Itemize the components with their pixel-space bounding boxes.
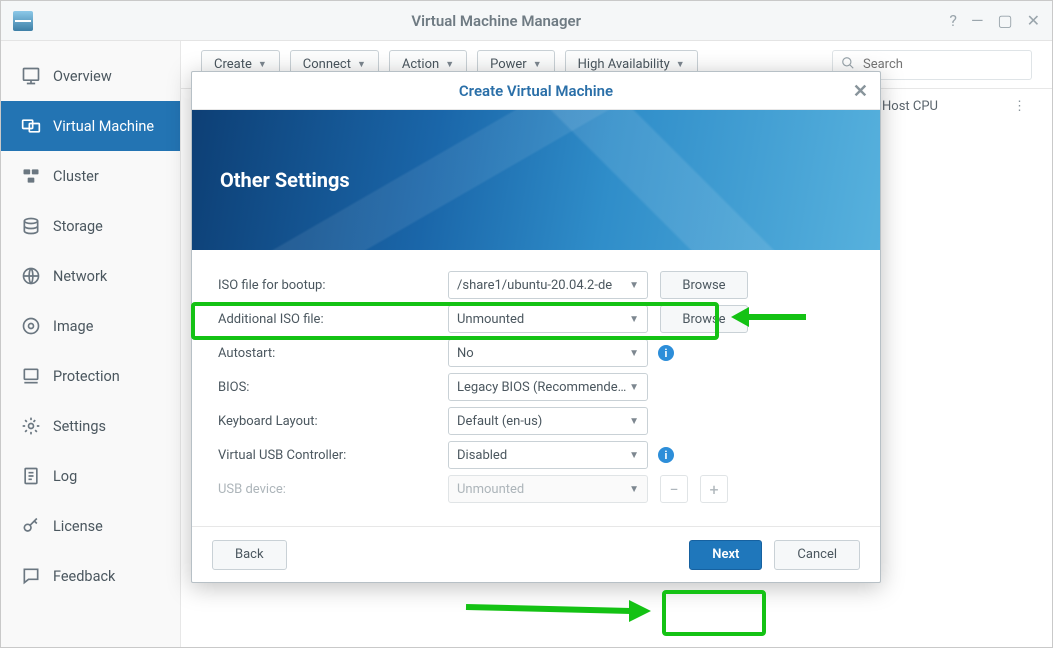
log-icon [21, 466, 41, 486]
search-input[interactable] [861, 56, 1031, 73]
sidebar-item-label: Image [53, 318, 93, 335]
chevron-down-icon: ▼ [258, 59, 267, 70]
field-usb-controller: Virtual USB Controller: Disabled▼ i [218, 438, 854, 472]
field-bios: BIOS: Legacy BIOS (Recommended)▼ [218, 370, 854, 404]
field-label: Additional ISO file: [218, 312, 448, 327]
sidebar-item-label: Feedback [53, 568, 115, 585]
modal-body: ISO file for bootup: /share1/ubuntu-20.0… [192, 250, 880, 526]
chevron-down-icon: ▼ [629, 382, 639, 393]
help-icon[interactable]: ? [949, 11, 957, 30]
key-icon [21, 516, 41, 536]
browse-button[interactable]: Browse [660, 305, 748, 333]
close-window-icon[interactable]: ✕ [1027, 11, 1040, 30]
autostart-select[interactable]: No▼ [448, 339, 648, 367]
storage-icon [21, 216, 41, 236]
chevron-down-icon: ▼ [629, 314, 639, 325]
iso-bootup-select[interactable]: /share1/ubuntu-20.04.2-de▼ [448, 271, 648, 299]
sidebar-item-image[interactable]: Image [1, 301, 180, 351]
field-iso-bootup: ISO file for bootup: /share1/ubuntu-20.0… [218, 268, 854, 302]
field-keyboard: Keyboard Layout: Default (en-us)▼ [218, 404, 854, 438]
sidebar-item-settings[interactable]: Settings [1, 401, 180, 451]
virtual-machine-icon [21, 116, 41, 136]
modal-hero: Other Settings [192, 110, 880, 250]
sidebar-item-network[interactable]: Network [1, 251, 180, 301]
minimize-icon[interactable]: — [971, 11, 984, 30]
window-title: Virtual Machine Manager [43, 12, 949, 30]
sidebar-item-feedback[interactable]: Feedback [1, 551, 180, 601]
sidebar: Overview Virtual Machine Cluster Storage… [1, 41, 181, 647]
create-vm-modal: Create Virtual Machine ✕ Other Settings … [191, 71, 881, 583]
sidebar-item-label: Virtual Machine [53, 118, 154, 135]
field-label: ISO file for bootup: [218, 278, 448, 293]
close-icon[interactable]: ✕ [853, 81, 868, 102]
app-icon [13, 11, 33, 31]
modal-title: Create Virtual Machine [459, 82, 613, 100]
browse-button[interactable]: Browse [660, 271, 748, 299]
network-icon [21, 266, 41, 286]
cancel-button[interactable]: Cancel [774, 540, 860, 570]
sidebar-item-license[interactable]: License [1, 501, 180, 551]
sidebar-item-virtual-machine[interactable]: Virtual Machine [1, 101, 180, 151]
sidebar-item-label: Protection [53, 368, 120, 385]
sidebar-item-log[interactable]: Log [1, 451, 180, 501]
chevron-down-icon: ▼ [357, 59, 366, 70]
field-label: USB device: [218, 482, 448, 497]
chevron-down-icon: ▼ [676, 59, 685, 70]
chevron-down-icon: ▼ [629, 416, 639, 427]
field-label: Virtual USB Controller: [218, 448, 448, 463]
titlebar: Virtual Machine Manager ? — ▢ ✕ [1, 1, 1052, 41]
sidebar-item-label: Network [53, 268, 107, 285]
modal-footer: Back Next Cancel [192, 526, 880, 582]
keyboard-select[interactable]: Default (en-us)▼ [448, 407, 648, 435]
usb-device-select: Unmounted▼ [448, 475, 648, 503]
sidebar-item-label: Settings [53, 418, 106, 435]
additional-iso-select[interactable]: Unmounted▼ [448, 305, 648, 333]
sidebar-item-label: Storage [53, 218, 103, 235]
gear-icon [21, 416, 41, 436]
info-icon[interactable]: i [658, 345, 674, 361]
chevron-down-icon: ▼ [445, 59, 454, 70]
sidebar-item-storage[interactable]: Storage [1, 201, 180, 251]
field-autostart: Autostart: No▼ i [218, 336, 854, 370]
chevron-down-icon: ▼ [629, 280, 639, 291]
sidebar-item-cluster[interactable]: Cluster [1, 151, 180, 201]
modal-section-title: Other Settings [220, 168, 350, 192]
feedback-icon [21, 566, 41, 586]
column-host-cpu[interactable]: Host CPU [882, 99, 938, 114]
add-usb-button: + [700, 475, 728, 503]
sidebar-item-label: License [53, 518, 103, 535]
table-menu-icon[interactable]: ⋮ [1013, 99, 1026, 114]
remove-usb-button: − [660, 475, 688, 503]
chevron-down-icon: ▼ [533, 59, 542, 70]
back-button[interactable]: Back [212, 540, 287, 570]
overview-icon [21, 66, 41, 86]
modal-title-bar: Create Virtual Machine ✕ [192, 72, 880, 110]
field-additional-iso: Additional ISO file: Unmounted▼ Browse [218, 302, 854, 336]
bios-select[interactable]: Legacy BIOS (Recommended)▼ [448, 373, 648, 401]
field-usb-device: USB device: Unmounted▼ − + [218, 472, 854, 506]
field-label: BIOS: [218, 380, 448, 395]
usb-controller-select[interactable]: Disabled▼ [448, 441, 648, 469]
sidebar-item-label: Overview [53, 68, 112, 85]
sidebar-item-label: Cluster [53, 168, 99, 185]
sidebar-item-protection[interactable]: Protection [1, 351, 180, 401]
protection-icon [21, 366, 41, 386]
next-button[interactable]: Next [689, 540, 762, 570]
chevron-down-icon: ▼ [629, 348, 639, 359]
info-icon[interactable]: i [658, 447, 674, 463]
chevron-down-icon: ▼ [629, 484, 639, 495]
field-label: Keyboard Layout: [218, 414, 448, 429]
sidebar-item-label: Log [53, 468, 77, 485]
sidebar-item-overview[interactable]: Overview [1, 51, 180, 101]
image-icon [21, 316, 41, 336]
chevron-down-icon: ▼ [629, 450, 639, 461]
cluster-icon [21, 166, 41, 186]
field-label: Autostart: [218, 346, 448, 361]
maximize-icon[interactable]: ▢ [997, 11, 1012, 30]
